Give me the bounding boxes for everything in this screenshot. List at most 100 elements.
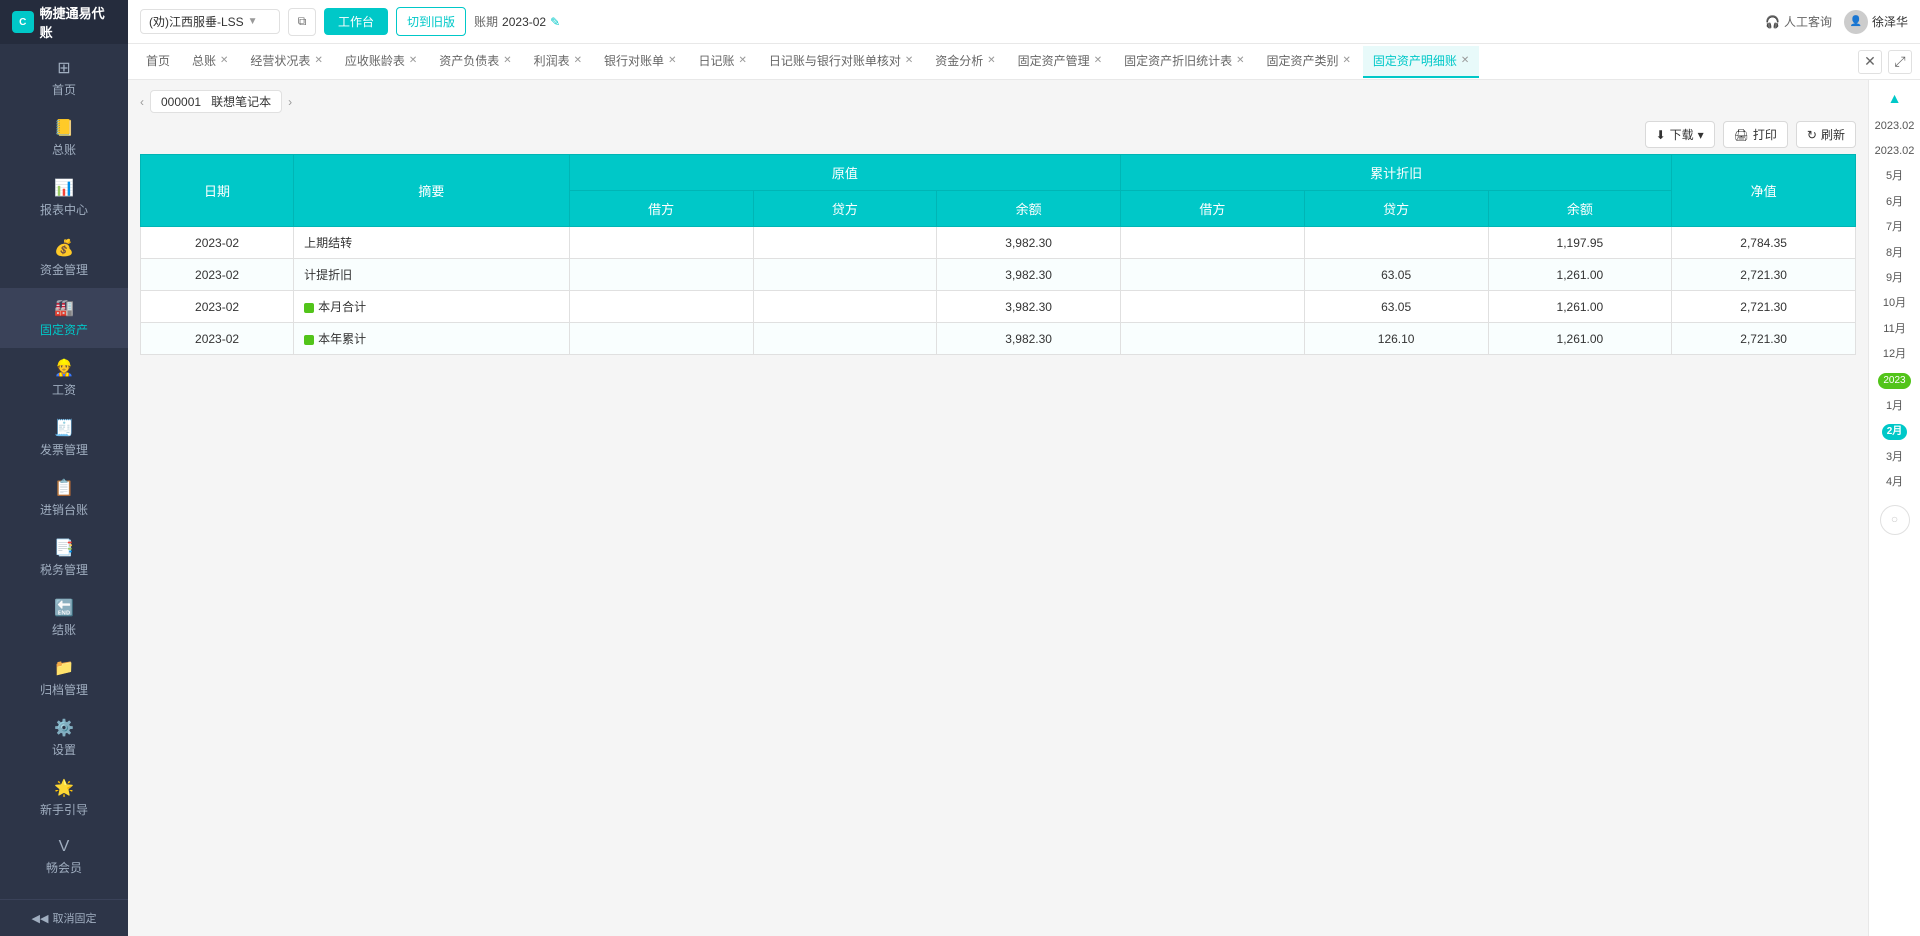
breadcrumb-forward-arrow[interactable]: ›	[288, 95, 292, 109]
right-panel-month-6[interactable]: 11月	[1869, 317, 1920, 342]
refresh-icon: ↻	[1807, 128, 1817, 142]
cell-summary: 本月合计	[294, 291, 570, 323]
right-panel-month-1[interactable]: 6月	[1869, 190, 1920, 215]
month-label-3: 8月	[1886, 246, 1903, 261]
sidebar-item-3[interactable]: 💰资金管理	[0, 228, 128, 288]
company-selector[interactable]: (劝)江西服垂-LSS ▼	[140, 9, 280, 34]
sidebar-item-5[interactable]: 👷工资	[0, 348, 128, 408]
sidebar-footer[interactable]: ◀◀ 取消固定	[0, 899, 128, 936]
sidebar-item-7[interactable]: 📋进销台账	[0, 468, 128, 528]
right-panel-month-8[interactable]: 2023	[1869, 368, 1920, 394]
tabs-bar: 首页总账✕经营状况表✕应收账龄表✕资产负债表✕利润表✕银行对账单✕日记账✕日记账…	[128, 44, 1920, 80]
tab-close-6[interactable]: ✕	[668, 55, 676, 66]
tab-maximize-button[interactable]: ⤢	[1888, 50, 1912, 74]
right-panel-month-0[interactable]: 5月	[1869, 164, 1920, 189]
sidebar-item-4[interactable]: 🏭固定资产	[0, 288, 128, 348]
sidebar-item-0[interactable]: ⊞首页	[0, 48, 128, 108]
tab-1[interactable]: 总账✕	[182, 46, 238, 78]
tab-close-5[interactable]: ✕	[574, 55, 582, 66]
cell-acc-balance: 1,261.00	[1488, 323, 1672, 355]
tab-close-4[interactable]: ✕	[503, 55, 511, 66]
tab-13[interactable]: 固定资产明细账✕	[1363, 46, 1479, 78]
sidebar-label-4: 固定资产	[40, 321, 88, 338]
switch-version-button[interactable]: 切到旧版	[396, 7, 466, 36]
sidebar-nav: ⊞首页📒总账📊报表中心💰资金管理🏭固定资产👷工资🧾发票管理📋进销台账📑税务管理🔚…	[0, 44, 128, 899]
tab-7[interactable]: 日记账✕	[688, 46, 756, 78]
tab-2[interactable]: 经营状况表✕	[240, 46, 332, 78]
sidebar-label-7: 进销台账	[40, 501, 88, 518]
sidebar-icon-6: 🧾	[54, 418, 74, 438]
tab-4[interactable]: 资产负债表✕	[429, 46, 521, 78]
tab-close-1[interactable]: ✕	[220, 55, 228, 66]
period-value: 2023-02	[502, 15, 546, 29]
tab-close-12[interactable]: ✕	[1343, 55, 1351, 66]
right-panel-month-9[interactable]: 1月	[1869, 394, 1920, 419]
sidebar-label-8: 税务管理	[40, 561, 88, 578]
right-panel-up-arrow[interactable]: ▲	[1869, 84, 1920, 114]
tab-label-10: 固定资产管理	[1018, 52, 1090, 69]
tab-close-3[interactable]: ✕	[409, 55, 417, 66]
month-label-12: 4月	[1886, 475, 1903, 490]
tab-10[interactable]: 固定资产管理 ✕	[1008, 46, 1112, 78]
orig-balance-header: 余额	[937, 191, 1121, 227]
tab-close-10[interactable]: ✕	[1094, 55, 1102, 66]
right-panel-date-1[interactable]: 2023.02	[1869, 139, 1920, 164]
sidebar-item-12[interactable]: 🌟新手引导	[0, 768, 128, 828]
right-panel-month-12[interactable]: 4月	[1869, 470, 1920, 495]
tag-green-icon	[304, 303, 314, 313]
tab-5[interactable]: 利润表✕	[524, 46, 592, 78]
tabs-right-buttons: ✕ ⤢	[1858, 50, 1912, 74]
tab-9[interactable]: 资金分析✕	[925, 46, 1005, 78]
tab-close-8[interactable]: ✕	[905, 55, 913, 66]
sidebar-item-1[interactable]: 📒总账	[0, 108, 128, 168]
tab-6[interactable]: 银行对账单✕	[594, 46, 686, 78]
right-panel-scroll-button[interactable]: ○	[1869, 496, 1920, 544]
scroll-circle-button[interactable]: ○	[1880, 505, 1910, 535]
right-panel-date-0[interactable]: 2023.02	[1869, 114, 1920, 139]
table-row: 2023-02 本年累计 3,982.30 126.10 1,261.00 2,…	[141, 323, 1856, 355]
sidebar-item-6[interactable]: 🧾发票管理	[0, 408, 128, 468]
cell-summary: 上期结转	[294, 227, 570, 259]
tab-8[interactable]: 日记账与银行对账单核对✕	[759, 46, 923, 78]
tab-close-all-button[interactable]: ✕	[1858, 50, 1882, 74]
tab-11[interactable]: 固定资产折旧统计表✕	[1114, 46, 1254, 78]
sidebar-item-11[interactable]: ⚙️设置	[0, 708, 128, 768]
print-button[interactable]: 🖨 打印	[1723, 121, 1788, 148]
right-panel-month-5[interactable]: 10月	[1869, 291, 1920, 316]
tab-close-7[interactable]: ✕	[738, 55, 746, 66]
sidebar-item-10[interactable]: 📁归档管理	[0, 648, 128, 708]
sidebar-item-9[interactable]: 🔚结账	[0, 588, 128, 648]
month-label-4: 9月	[1886, 271, 1903, 286]
topbar: (劝)江西服垂-LSS ▼ ⧉ 工作台 切到旧版 账期 2023-02 ✎ 🎧 …	[128, 0, 1920, 44]
right-panel-month-4[interactable]: 9月	[1869, 266, 1920, 291]
worktab-button[interactable]: 工作台	[324, 8, 388, 35]
sidebar-item-8[interactable]: 📑税务管理	[0, 528, 128, 588]
refresh-button[interactable]: ↻ 刷新	[1796, 121, 1856, 148]
tab-close-13[interactable]: ✕	[1461, 55, 1469, 66]
col-date-header: 日期	[141, 155, 294, 227]
sidebar-label-0: 首页	[52, 81, 76, 98]
copy-button[interactable]: ⧉	[288, 8, 316, 36]
download-button[interactable]: ⬇ 下载 ▾	[1645, 121, 1715, 148]
user-menu[interactable]: 👤 徐泽华	[1844, 10, 1908, 34]
tab-close-9[interactable]: ✕	[987, 55, 995, 66]
tab-12[interactable]: 固定资产类别✕	[1256, 46, 1360, 78]
breadcrumb-back-arrow[interactable]: ‹	[140, 95, 144, 109]
year-badge-8: 2023	[1878, 373, 1910, 389]
sidebar-item-13[interactable]: V畅会员	[0, 828, 128, 886]
tab-0[interactable]: 首页	[136, 46, 180, 78]
right-panel-month-2[interactable]: 7月	[1869, 215, 1920, 240]
sidebar-item-2[interactable]: 📊报表中心	[0, 168, 128, 228]
service-button[interactable]: 🎧 人工客询	[1765, 13, 1832, 30]
tab-close-11[interactable]: ✕	[1236, 55, 1244, 66]
right-panel-month-10[interactable]: 2月	[1869, 419, 1920, 445]
page-content: ‹ 000001 联想笔记本 › ⬇ 下载 ▾ 🖨 打印	[128, 80, 1868, 936]
right-panel-month-11[interactable]: 3月	[1869, 445, 1920, 470]
cell-acc-balance: 1,261.00	[1488, 291, 1672, 323]
period-edit-icon[interactable]: ✎	[550, 15, 560, 29]
right-panel-month-7[interactable]: 12月	[1869, 342, 1920, 367]
right-panel-month-3[interactable]: 8月	[1869, 241, 1920, 266]
tab-3[interactable]: 应收账龄表✕	[335, 46, 427, 78]
tab-close-2[interactable]: ✕	[314, 55, 322, 66]
tag-green-icon	[304, 335, 314, 345]
